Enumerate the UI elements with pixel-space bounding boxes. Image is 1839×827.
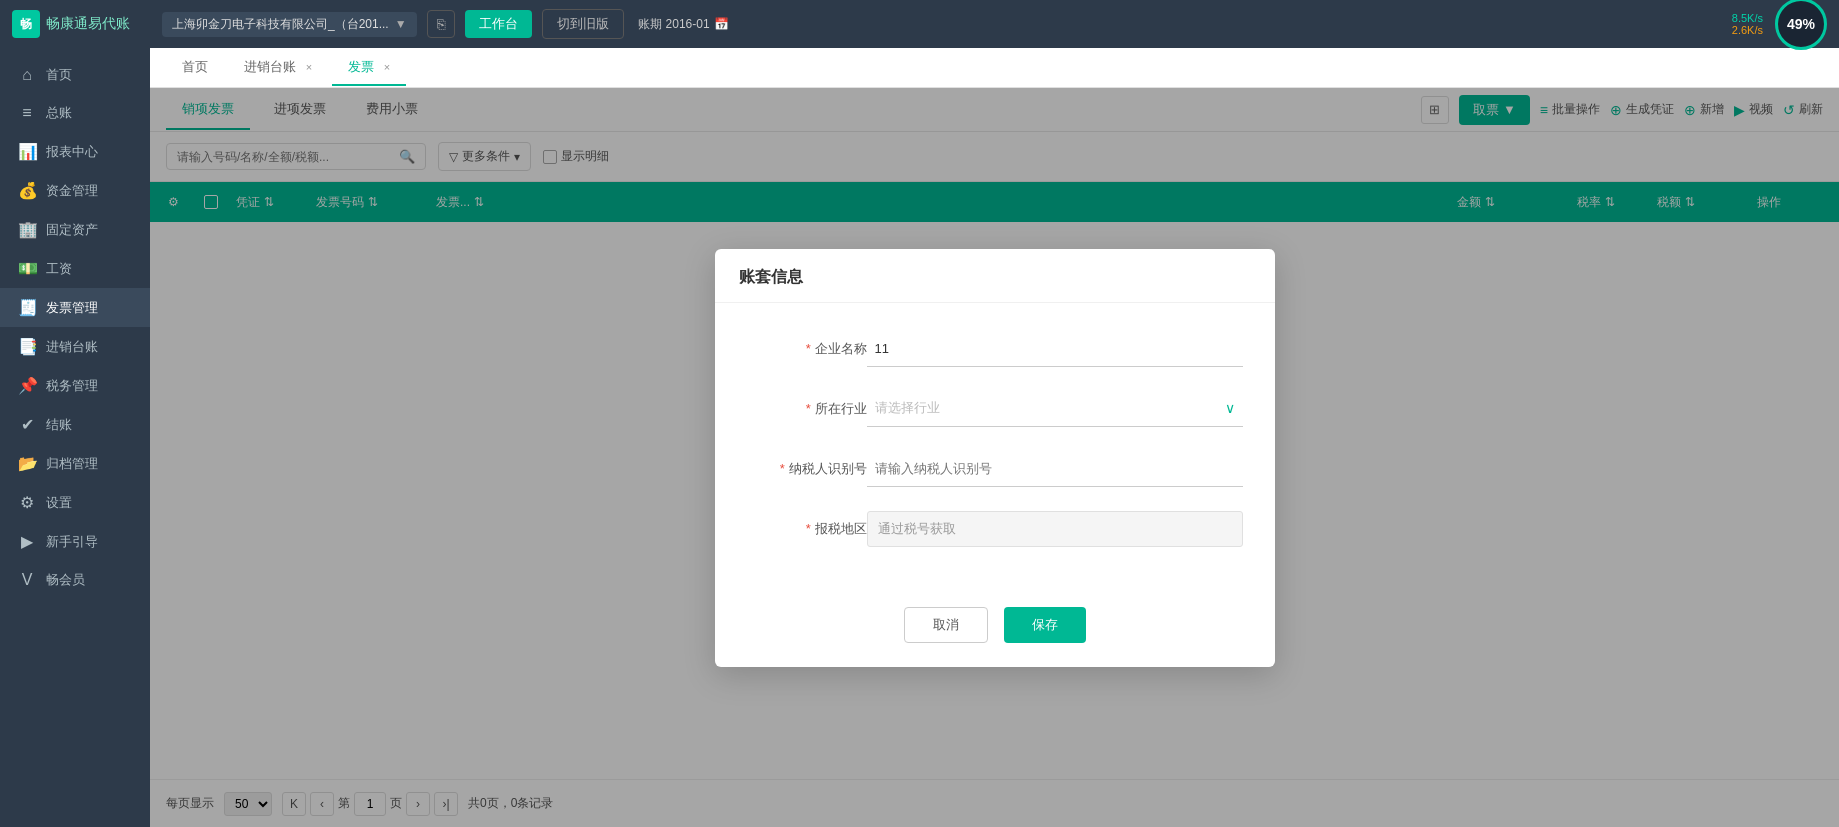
sidebar-label-tax: 税务管理 — [46, 377, 98, 395]
logo-text: 畅康通易代账 — [46, 15, 130, 33]
period-display: 账期 2016-01 📅 — [638, 16, 729, 33]
dialog-body: * 企业名称 * 所在行业 请选择行业 — [715, 303, 1275, 591]
ledger-icon: ≡ — [18, 104, 36, 122]
sidebar-item-invoice[interactable]: 🧾 发票管理 — [0, 288, 150, 327]
sidebar-item-funds[interactable]: 💰 资金管理 — [0, 171, 150, 210]
sidebar-label-vip: 畅会员 — [46, 571, 85, 589]
input-tax-id[interactable] — [867, 451, 1243, 487]
vip-icon: V — [18, 571, 36, 589]
invoice-page: 销项发票 进项发票 费用小票 ⊞ 取票 ▼ ≡ 批量操作 — [150, 88, 1839, 827]
sidebar-label-purchases: 进销台账 — [46, 338, 98, 356]
input-company-name[interactable] — [867, 331, 1243, 367]
assets-icon: 🏢 — [18, 220, 36, 239]
sidebar-item-closing[interactable]: ✔ 结账 — [0, 405, 150, 444]
sidebar-item-assets[interactable]: 🏢 固定资产 — [0, 210, 150, 249]
company-dropdown-arrow: ▼ — [395, 17, 407, 31]
reports-icon: 📊 — [18, 142, 36, 161]
company-selector[interactable]: 上海卯金刀电子科技有限公司_（台201... ▼ — [162, 12, 417, 37]
funds-icon: 💰 — [18, 181, 36, 200]
form-row-company: * 企业名称 — [747, 331, 1243, 367]
sidebar-label-guide: 新手引导 — [46, 533, 98, 551]
modal-overlay: 账套信息 * 企业名称 * — [150, 88, 1839, 827]
sidebar-item-home[interactable]: ⌂ 首页 — [0, 56, 150, 94]
industry-chevron-icon: ∨ — [1225, 400, 1235, 416]
sidebar: ⌂ 首页 ≡ 总账 📊 报表中心 💰 资金管理 🏢 固定资产 💵 工资 🧾 发票… — [0, 48, 150, 827]
tax-area-disabled: 通过税号获取 — [867, 511, 1243, 547]
home-icon: ⌂ — [18, 66, 36, 84]
form-row-industry: * 所在行业 请选择行业 ∨ — [747, 391, 1243, 427]
sidebar-label-salary: 工资 — [46, 260, 72, 278]
copy-icon[interactable]: ⎘ — [427, 10, 455, 38]
sidebar-label-ledger: 总账 — [46, 104, 72, 122]
archive-icon: 📂 — [18, 454, 36, 473]
form-row-tax-area: * 报税地区 通过税号获取 — [747, 511, 1243, 547]
upload-speed: 8.5K/s — [1732, 12, 1763, 24]
sidebar-label-archive: 归档管理 — [46, 455, 98, 473]
purchases-icon: 📑 — [18, 337, 36, 356]
salary-icon: 💵 — [18, 259, 36, 278]
invoice-icon: 🧾 — [18, 298, 36, 317]
sidebar-item-reports[interactable]: 📊 报表中心 — [0, 132, 150, 171]
sidebar-label-home: 首页 — [46, 66, 72, 84]
switch-old-button[interactable]: 切到旧版 — [542, 9, 624, 39]
tab-close-purchases[interactable]: × — [306, 61, 312, 73]
guide-icon: ▶ — [18, 532, 36, 551]
select-industry[interactable]: 请选择行业 ∨ — [867, 391, 1243, 427]
label-industry: * 所在行业 — [747, 400, 867, 418]
sidebar-label-assets: 固定资产 — [46, 221, 98, 239]
sidebar-item-settings[interactable]: ⚙ 设置 — [0, 483, 150, 522]
form-row-tax-id: * 纳税人识别号 — [747, 451, 1243, 487]
period-label: 账期 — [638, 16, 662, 33]
speed-percent: 49% — [1787, 16, 1815, 32]
account-info-dialog: 账套信息 * 企业名称 * — [715, 249, 1275, 667]
settings-icon: ⚙ — [18, 493, 36, 512]
sidebar-item-salary[interactable]: 💵 工资 — [0, 249, 150, 288]
sidebar-item-archive[interactable]: 📂 归档管理 — [0, 444, 150, 483]
dialog-title: 账套信息 — [715, 249, 1275, 303]
main-layout: ⌂ 首页 ≡ 总账 📊 报表中心 💰 资金管理 🏢 固定资产 💵 工资 🧾 发票… — [0, 48, 1839, 827]
tab-home[interactable]: 首页 — [166, 50, 224, 86]
sidebar-item-tax[interactable]: 📌 税务管理 — [0, 366, 150, 405]
label-tax-area: * 报税地区 — [747, 520, 867, 538]
sidebar-label-closing: 结账 — [46, 416, 72, 434]
sidebar-item-purchases[interactable]: 📑 进销台账 — [0, 327, 150, 366]
download-speed: 2.6K/s — [1732, 24, 1763, 36]
sidebar-label-funds: 资金管理 — [46, 182, 98, 200]
tab-bar: 首页 进销台账 × 发票 × — [150, 48, 1839, 88]
workbench-button[interactable]: 工作台 — [465, 10, 532, 38]
tab-close-invoice[interactable]: × — [384, 61, 390, 73]
topbar-right: 8.5K/s 2.6K/s 49% — [1732, 0, 1827, 50]
app-logo: 畅 畅康通易代账 — [12, 10, 162, 38]
main-content: 首页 进销台账 × 发票 × 销项发票 进项发票 费用 — [150, 48, 1839, 827]
company-name: 上海卯金刀电子科技有限公司_（台201... — [172, 16, 389, 33]
tab-purchases[interactable]: 进销台账 × — [228, 50, 328, 86]
period-value: 2016-01 — [666, 17, 710, 31]
closing-icon: ✔ — [18, 415, 36, 434]
sidebar-label-reports: 报表中心 — [46, 143, 98, 161]
speed-badge: 49% — [1775, 0, 1827, 50]
label-company: * 企业名称 — [747, 340, 867, 358]
save-button[interactable]: 保存 — [1004, 607, 1086, 643]
tax-icon: 📌 — [18, 376, 36, 395]
sidebar-item-ledger[interactable]: ≡ 总账 — [0, 94, 150, 132]
sidebar-item-guide[interactable]: ▶ 新手引导 — [0, 522, 150, 561]
label-tax-id: * 纳税人识别号 — [747, 460, 867, 478]
dialog-footer: 取消 保存 — [715, 591, 1275, 667]
sidebar-label-invoice: 发票管理 — [46, 299, 98, 317]
logo-icon: 畅 — [12, 10, 40, 38]
topbar: 畅 畅康通易代账 上海卯金刀电子科技有限公司_（台201... ▼ ⎘ 工作台 … — [0, 0, 1839, 48]
cancel-button[interactable]: 取消 — [904, 607, 988, 643]
calendar-icon[interactable]: 📅 — [714, 17, 729, 31]
tab-invoice[interactable]: 发票 × — [332, 50, 406, 86]
sidebar-label-settings: 设置 — [46, 494, 72, 512]
sidebar-item-vip[interactable]: V 畅会员 — [0, 561, 150, 599]
